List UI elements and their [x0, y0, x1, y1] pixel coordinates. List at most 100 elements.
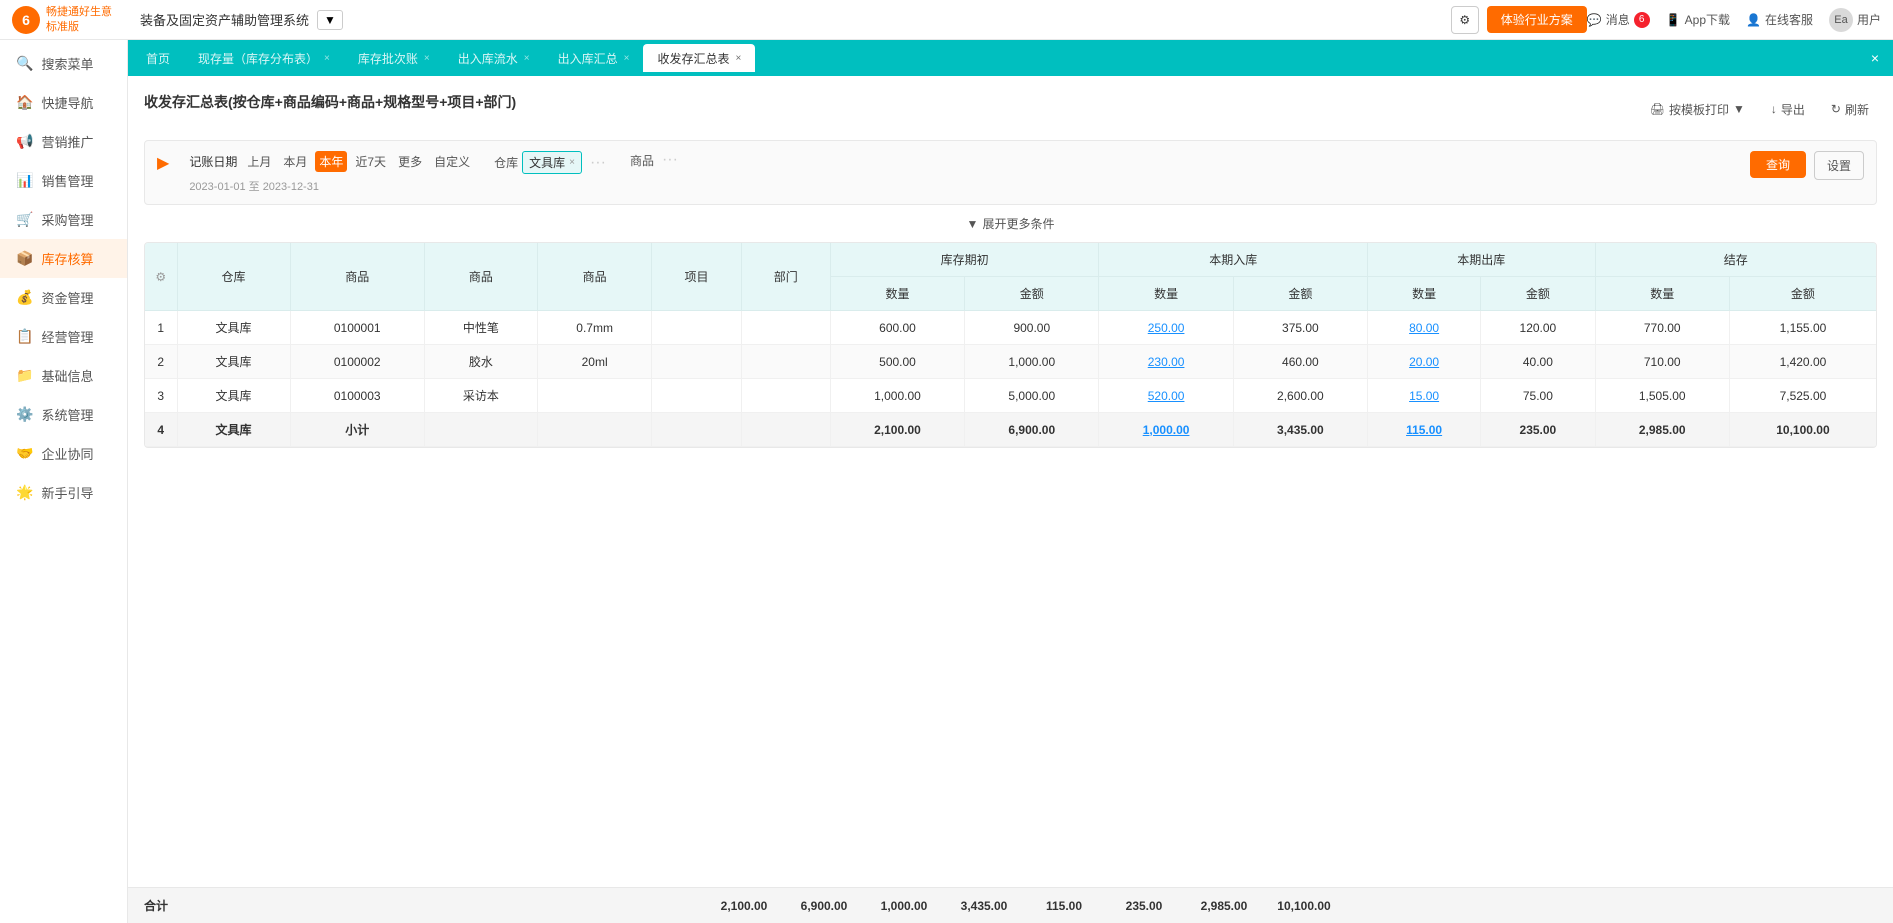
th-group-balance: 结存 [1595, 243, 1876, 277]
sidebar-label-quick-nav: 快捷导航 [41, 93, 93, 112]
sidebar-item-system[interactable]: ⚙️ 系统管理 [0, 395, 127, 434]
date-btn-more[interactable]: 更多 [394, 151, 426, 172]
subtotal-bal-qty: 2,985.00 [1595, 413, 1729, 447]
logo-text: 畅捷通好生意 标准版 [46, 5, 112, 34]
row2-in-qty[interactable]: 230.00 [1099, 345, 1233, 379]
refresh-btn[interactable]: ↻ 刷新 [1823, 97, 1877, 122]
subtotal-in-qty[interactable]: 1,000.00 [1099, 413, 1233, 447]
sidebar-item-new-guide[interactable]: 🌟 新手引导 [0, 473, 127, 512]
marketing-icon: 📢 [16, 133, 33, 150]
tab-batch-ledger-close[interactable]: × [424, 53, 430, 64]
chevron-down-icon: ▼ [1733, 102, 1745, 116]
row2-no: 2 [145, 345, 177, 379]
warehouse-tag-close[interactable]: × [569, 157, 575, 168]
row3-bal-qty: 1,505.00 [1595, 379, 1729, 413]
row1-in-amt: 375.00 [1233, 311, 1367, 345]
footer-open-amt: 6,900.00 [784, 899, 864, 913]
tab-bar: 首页 现存量（库存分布表） × 库存批次账 × 出入库流水 × 出入库汇总 × … [128, 40, 1893, 76]
date-btn-this-month[interactable]: 本月 [279, 151, 311, 172]
subtotal-out-qty[interactable]: 115.00 [1368, 413, 1481, 447]
tab-recv-send-summary[interactable]: 收发存汇总表 × [643, 44, 755, 72]
tab-bar-close[interactable]: × [1861, 50, 1889, 66]
print-btn[interactable]: 🖨 按模板打印 ▼ [1642, 97, 1753, 122]
tab-in-out-summary[interactable]: 出入库汇总 × [544, 44, 644, 72]
subtotal-in-amt: 3,435.00 [1233, 413, 1367, 447]
sidebar-item-inventory[interactable]: 📦 库存核算 [0, 239, 127, 278]
th-warehouse: 仓库 [177, 243, 290, 311]
expand-conditions-btn[interactable]: ▼ 展开更多条件 [967, 215, 1055, 232]
row1-project [652, 311, 741, 345]
sidebar-item-marketing[interactable]: 📢 营销推广 [0, 122, 127, 161]
tab-home[interactable]: 首页 [132, 44, 184, 72]
purchase-icon: 🛒 [16, 211, 33, 228]
sidebar-item-quick-nav[interactable]: 🏠 快捷导航 [0, 83, 127, 122]
logo-area: 6 畅捷通好生意 标准版 [12, 5, 140, 34]
inventory-icon: 📦 [16, 250, 33, 267]
settings-button[interactable]: ⚙ [1451, 6, 1479, 34]
page-title: 收发存汇总表(按仓库+商品编码+商品+规格型号+项目+部门) [144, 92, 516, 112]
product-filter-dots[interactable]: ··· [658, 151, 682, 169]
row1-bal-qty: 770.00 [1595, 311, 1729, 345]
filter-collapse-btn[interactable]: ▶ [157, 153, 169, 173]
tab-batch-ledger-label: 库存批次账 [358, 50, 418, 67]
row2-bal-qty: 710.00 [1595, 345, 1729, 379]
row3-in-qty[interactable]: 520.00 [1099, 379, 1233, 413]
trial-button[interactable]: 体验行业方案 [1487, 6, 1587, 33]
sidebar-item-finance[interactable]: 💰 资金管理 [0, 278, 127, 317]
sidebar-item-base-info[interactable]: 📁 基础信息 [0, 356, 127, 395]
user-item[interactable]: Ea 用户 [1829, 8, 1881, 32]
warehouse-tag: 文具库 × [522, 151, 582, 174]
tab-in-out-flow-label: 出入库流水 [458, 50, 518, 67]
row3-spec [537, 379, 651, 413]
warehouse-label: 仓库 [494, 154, 518, 171]
row3-out-qty[interactable]: 15.00 [1368, 379, 1481, 413]
date-btn-last-month[interactable]: 上月 [243, 151, 275, 172]
row1-code: 0100001 [290, 311, 424, 345]
app-download-item[interactable]: 📱 App下载 [1666, 11, 1730, 28]
sidebar-item-corp-coop[interactable]: 🤝 企业协同 [0, 434, 127, 473]
tab-stock-dist[interactable]: 现存量（库存分布表） × [184, 44, 344, 72]
date-btn-7days[interactable]: 近7天 [351, 151, 390, 172]
th-opening-qty: 数量 [830, 277, 964, 311]
th-group-in: 本期入库 [1099, 243, 1368, 277]
table-settings-icon[interactable]: ⚙ [155, 270, 166, 284]
date-btn-custom[interactable]: 自定义 [430, 151, 474, 172]
row2-out-qty[interactable]: 20.00 [1368, 345, 1481, 379]
tab-in-out-flow-close[interactable]: × [524, 53, 530, 64]
row1-in-qty[interactable]: 250.00 [1099, 311, 1233, 345]
system-title: 装备及固定资产辅助管理系统 ▼ [140, 10, 1443, 30]
home-icon: 🏠 [16, 94, 33, 111]
message-item[interactable]: 💬 消息 6 [1587, 11, 1650, 28]
tab-in-out-summary-close[interactable]: × [624, 53, 630, 64]
finance-icon: 💰 [16, 289, 33, 306]
tab-batch-ledger[interactable]: 库存批次账 × [344, 44, 444, 72]
sidebar-label-corp-coop: 企业协同 [41, 444, 93, 463]
page-footer: 合计 2,100.00 6,900.00 1,000.00 3,435.00 1… [128, 887, 1893, 923]
th-bal-qty: 数量 [1595, 277, 1729, 311]
row3-code: 0100003 [290, 379, 424, 413]
sidebar-label-operations: 经营管理 [41, 327, 93, 346]
base-info-icon: 📁 [16, 367, 33, 384]
expand-icon: ▼ [967, 217, 979, 231]
query-button[interactable]: 查询 [1750, 151, 1806, 178]
tab-stock-dist-close[interactable]: × [324, 53, 330, 64]
sidebar-item-sales[interactable]: 📊 销售管理 [0, 161, 127, 200]
online-service-item[interactable]: 👤 在线客服 [1746, 11, 1813, 28]
warehouse-tag-name: 文具库 [529, 154, 565, 171]
row2-bal-amt: 1,420.00 [1729, 345, 1876, 379]
row1-out-qty[interactable]: 80.00 [1368, 311, 1481, 345]
th-group-opening: 库存期初 [830, 243, 1099, 277]
system-icon: ⚙️ [16, 406, 33, 423]
date-btn-this-year[interactable]: 本年 [315, 151, 347, 172]
warehouse-filter-dots[interactable]: ··· [586, 154, 610, 172]
subtotal-empty1 [424, 413, 537, 447]
setting-button[interactable]: 设置 [1814, 151, 1864, 180]
export-btn[interactable]: ↓ 导出 [1763, 97, 1813, 122]
system-dropdown[interactable]: ▼ [317, 10, 343, 30]
tab-in-out-flow[interactable]: 出入库流水 × [444, 44, 544, 72]
subtotal-open-amt: 6,900.00 [965, 413, 1099, 447]
sidebar-item-search[interactable]: 🔍 搜索菜单 [0, 44, 127, 83]
tab-recv-send-summary-close[interactable]: × [735, 53, 741, 64]
sidebar-item-operations[interactable]: 📋 经营管理 [0, 317, 127, 356]
sidebar-item-purchase[interactable]: 🛒 采购管理 [0, 200, 127, 239]
